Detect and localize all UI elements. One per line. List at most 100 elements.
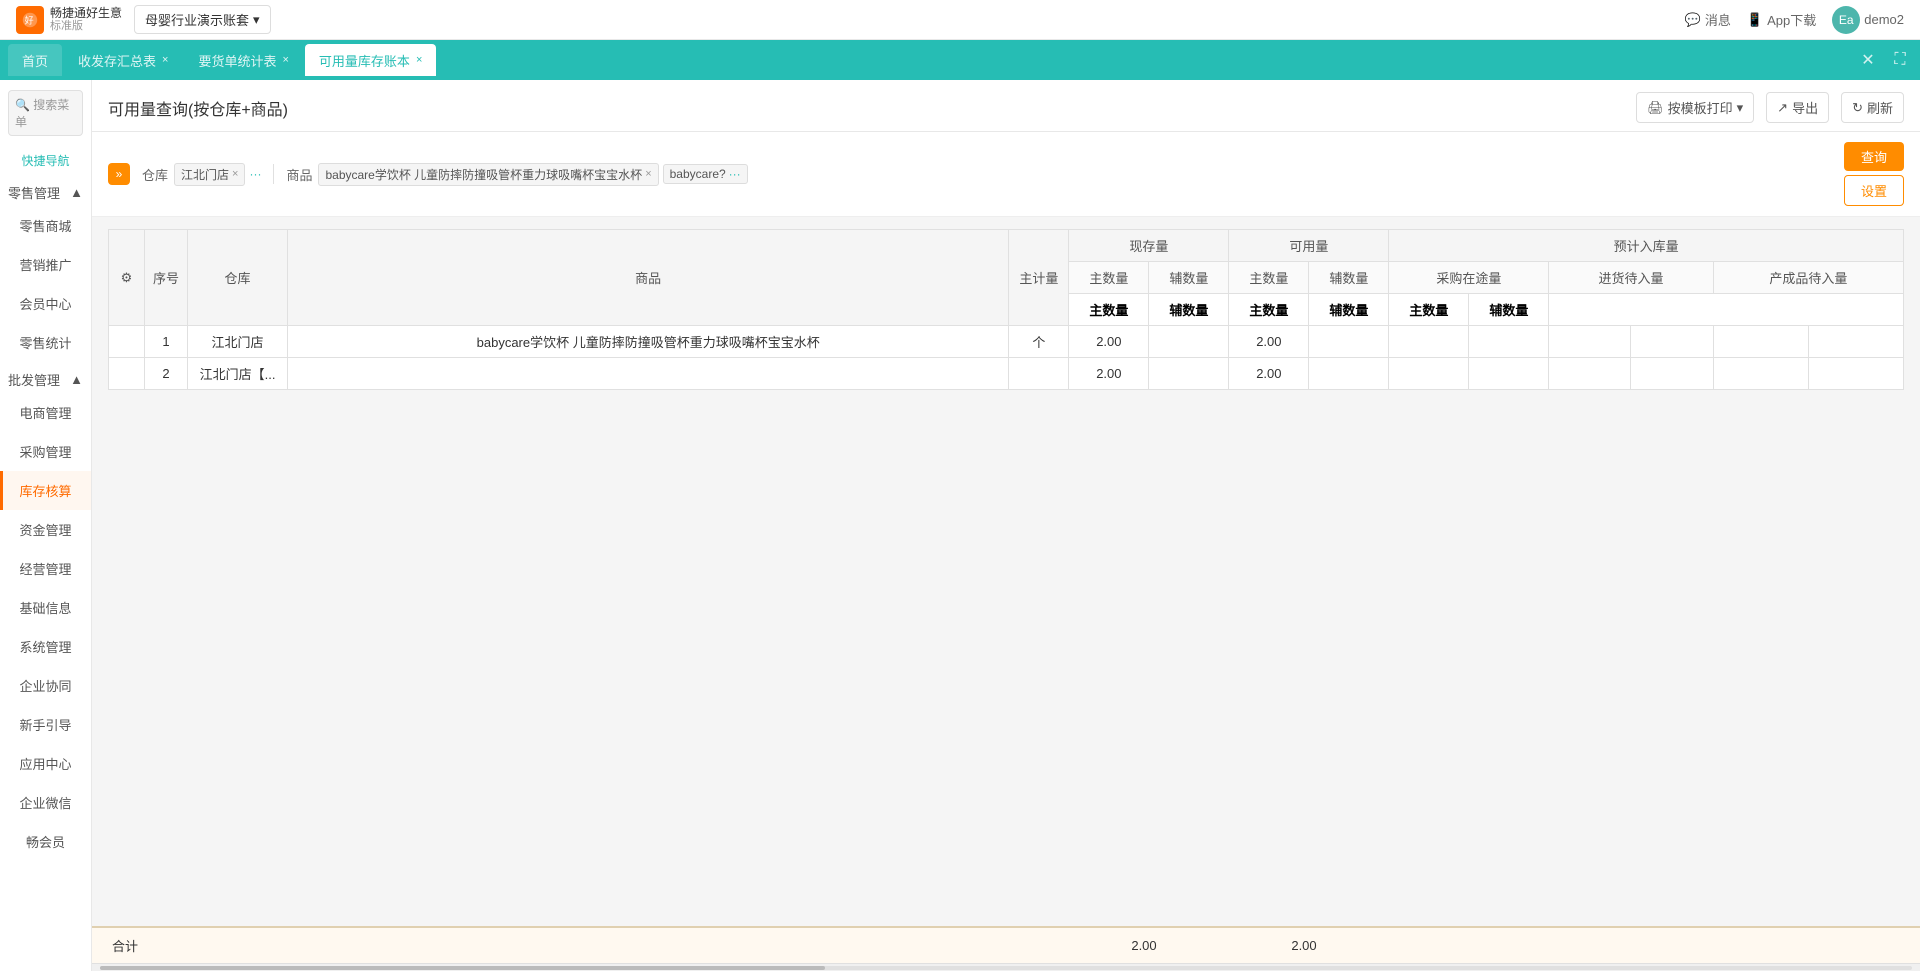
td-stock-aux-2: [1149, 358, 1229, 390]
th-goods-pending-main: 主数量: [1229, 294, 1309, 326]
th-purchase-transit: 采购在途量: [1389, 262, 1549, 294]
product-more-icon[interactable]: ···: [729, 167, 741, 181]
sidebar-item-retail-store[interactable]: 零售商城: [0, 206, 91, 245]
td-num-2: 2: [145, 358, 188, 390]
page-actions: 🖨 按模板打印 ▾ ↗ 导出 ↻ 刷新: [1636, 92, 1904, 123]
td-available-main-2: 2.00: [1229, 358, 1309, 390]
product-tag-babycare[interactable]: babycare学饮杯 儿童防摔防撞吸管杯重力球吸嘴杯宝宝水杯 ×: [318, 163, 658, 186]
table-row: 1 江北门店 babycare学饮杯 儿童防摔防撞吸管杯重力球吸嘴杯宝宝水杯 个…: [109, 326, 1904, 358]
td-purchase-transit-aux-2: [1469, 358, 1549, 390]
td-settings-2: [109, 358, 145, 390]
th-unit: 主计量: [1009, 230, 1069, 326]
sidebar-item-enterprise[interactable]: 企业协同: [0, 666, 91, 705]
top-bar: 好 畅捷通好生意 标准版 母婴行业演示账套 ▾ 💬 消息 📱 App下载 Ea …: [0, 0, 1920, 40]
filter-action-buttons: 查询 设置: [1844, 142, 1904, 206]
print-icon: 🖨: [1647, 100, 1664, 116]
logo-icon: 好: [16, 6, 44, 34]
filter-expand-button[interactable]: »: [108, 163, 130, 185]
sidebar-item-retail-stats[interactable]: 零售统计: [0, 323, 91, 362]
footer-total-label: 合计: [108, 936, 138, 955]
top-bar-right: 💬 消息 📱 App下载 Ea demo2: [1685, 6, 1904, 34]
product-tag-babycare2[interactable]: babycare? ···: [663, 164, 748, 184]
data-table: ⚙ 序号 仓库 商品 主计量 现存量 可用量 预计入库量 主数量 辅数量 主数量: [108, 229, 1904, 390]
td-finished-pending-main-2: [1713, 358, 1808, 390]
td-stock-aux-1: [1149, 326, 1229, 358]
warehouse-tags: 江北门店 × ···: [174, 163, 261, 186]
remove-warehouse-tag[interactable]: ×: [232, 168, 238, 180]
th-purchase-transit-aux: 辅数量: [1149, 294, 1229, 326]
sidebar-item-member-center[interactable]: 会员中心: [0, 284, 91, 323]
maximize-window-button[interactable]: ⛶: [1888, 48, 1912, 72]
th-finished-pending-aux: 辅数量: [1469, 294, 1549, 326]
quick-nav-button[interactable]: 快捷导航: [0, 146, 91, 175]
td-goods-pending-main-1: [1549, 326, 1631, 358]
tab-collection[interactable]: 收发存汇总表 ×: [64, 44, 182, 76]
sidebar-item-finance[interactable]: 资金管理: [0, 510, 91, 549]
sidebar-item-wechat[interactable]: 企业微信: [0, 783, 91, 822]
chevron-down-icon-print: ▾: [1737, 100, 1744, 116]
app-download-button[interactable]: 📱 App下载: [1747, 10, 1816, 29]
page-header: 可用量查询(按仓库+商品) 🖨 按模板打印 ▾ ↗ 导出 ↻ 刷新: [92, 80, 1920, 132]
sidebar-item-system[interactable]: 系统管理: [0, 627, 91, 666]
export-button[interactable]: ↗ 导出: [1766, 92, 1829, 123]
td-unit-2: [1009, 358, 1069, 390]
print-button[interactable]: 🖨 按模板打印 ▾: [1636, 92, 1754, 123]
close-window-button[interactable]: ✕: [1856, 48, 1880, 72]
td-available-main-1: 2.00: [1229, 326, 1309, 358]
tab-collection-close[interactable]: ×: [162, 54, 168, 66]
td-finished-pending-main-1: [1713, 326, 1808, 358]
sidebar-item-retail-management[interactable]: 零售管理 ▲: [0, 175, 91, 206]
tab-home[interactable]: 首页: [8, 44, 62, 76]
tab-order-stats-close[interactable]: ×: [282, 54, 288, 66]
tab-available-stock[interactable]: 可用量库存账本 ×: [305, 44, 436, 76]
search-menu-button[interactable]: 🔍 搜索菜单: [8, 90, 83, 136]
td-warehouse-1: 江北门店: [188, 326, 288, 358]
th-settings[interactable]: ⚙: [109, 230, 145, 326]
th-finished-pending-main: 主数量: [1389, 294, 1469, 326]
warehouse-tag-jiangbei[interactable]: 江北门店 ×: [174, 163, 245, 186]
sidebar-item-inventory[interactable]: 库存核算: [0, 471, 91, 510]
logo: 好 畅捷通好生意 标准版: [16, 6, 122, 34]
user-menu[interactable]: Ea demo2: [1832, 6, 1904, 34]
tab-order-stats[interactable]: 要货单统计表 ×: [184, 44, 302, 76]
td-goods-pending-main-2: [1549, 358, 1631, 390]
td-unit-1: 个: [1009, 326, 1069, 358]
industry-select[interactable]: 母婴行业演示账套 ▾: [134, 5, 271, 34]
table-footer: 合计 2.00 2.00: [92, 926, 1920, 963]
tab-available-stock-close[interactable]: ×: [416, 54, 422, 66]
sidebar-item-basic-info[interactable]: 基础信息: [0, 588, 91, 627]
filter-settings-button[interactable]: 设置: [1844, 175, 1904, 206]
remove-product-tag-1[interactable]: ×: [645, 168, 651, 180]
th-finished-pending: 产成品待入量: [1713, 262, 1903, 294]
th-available-main: 主数量: [1229, 262, 1309, 294]
sidebar-item-app-center[interactable]: 应用中心: [0, 744, 91, 783]
warehouse-more-icon[interactable]: ···: [249, 167, 261, 181]
chevron-up-icon: ▲: [70, 185, 83, 200]
sidebar-item-operations[interactable]: 经营管理: [0, 549, 91, 588]
sidebar-item-marketing[interactable]: 营销推广: [0, 245, 91, 284]
sidebar-item-wholesale-management[interactable]: 批发管理 ▲: [0, 362, 91, 393]
footer-cell-available-main: 2.00: [1264, 938, 1344, 953]
footer-cell-stock-main: 2.00: [1104, 938, 1184, 953]
refresh-button[interactable]: ↻ 刷新: [1841, 92, 1904, 123]
chevron-up-icon-2: ▲: [70, 372, 83, 387]
sidebar-item-tutorial[interactable]: 新手引导: [0, 705, 91, 744]
td-product-1: babycare学饮杯 儿童防摔防撞吸管杯重力球吸嘴杯宝宝水杯: [288, 326, 1009, 358]
td-finished-pending-aux-2: [1808, 358, 1903, 390]
sidebar-item-purchase[interactable]: 采购管理: [0, 432, 91, 471]
query-button[interactable]: 查询: [1844, 142, 1904, 171]
filter-product-group: 商品 babycare学饮杯 儿童防摔防撞吸管杯重力球吸嘴杯宝宝水杯 × bab…: [286, 163, 747, 186]
filter-bar: » 仓库 江北门店 × ··· 商品 babycare学饮杯 儿童防摔防撞吸管杯…: [92, 132, 1920, 217]
scroll-thumb[interactable]: [100, 966, 825, 970]
sidebar-item-member[interactable]: 畅会员: [0, 822, 91, 861]
logo-text: 畅捷通好生意 标准版: [50, 6, 122, 34]
chevron-down-icon: ▾: [253, 12, 260, 28]
td-purchase-transit-main-2: [1389, 358, 1469, 390]
export-icon: ↗: [1777, 100, 1788, 116]
th-purchase-transit-main: 主数量: [1069, 294, 1149, 326]
message-button[interactable]: 💬 消息: [1685, 10, 1731, 29]
horizontal-scrollbar[interactable]: [92, 963, 1920, 971]
product-tags: babycare学饮杯 儿童防摔防撞吸管杯重力球吸嘴杯宝宝水杯 × babyca…: [318, 163, 747, 186]
td-num-1: 1: [145, 326, 188, 358]
sidebar-item-ecommerce[interactable]: 电商管理: [0, 393, 91, 432]
